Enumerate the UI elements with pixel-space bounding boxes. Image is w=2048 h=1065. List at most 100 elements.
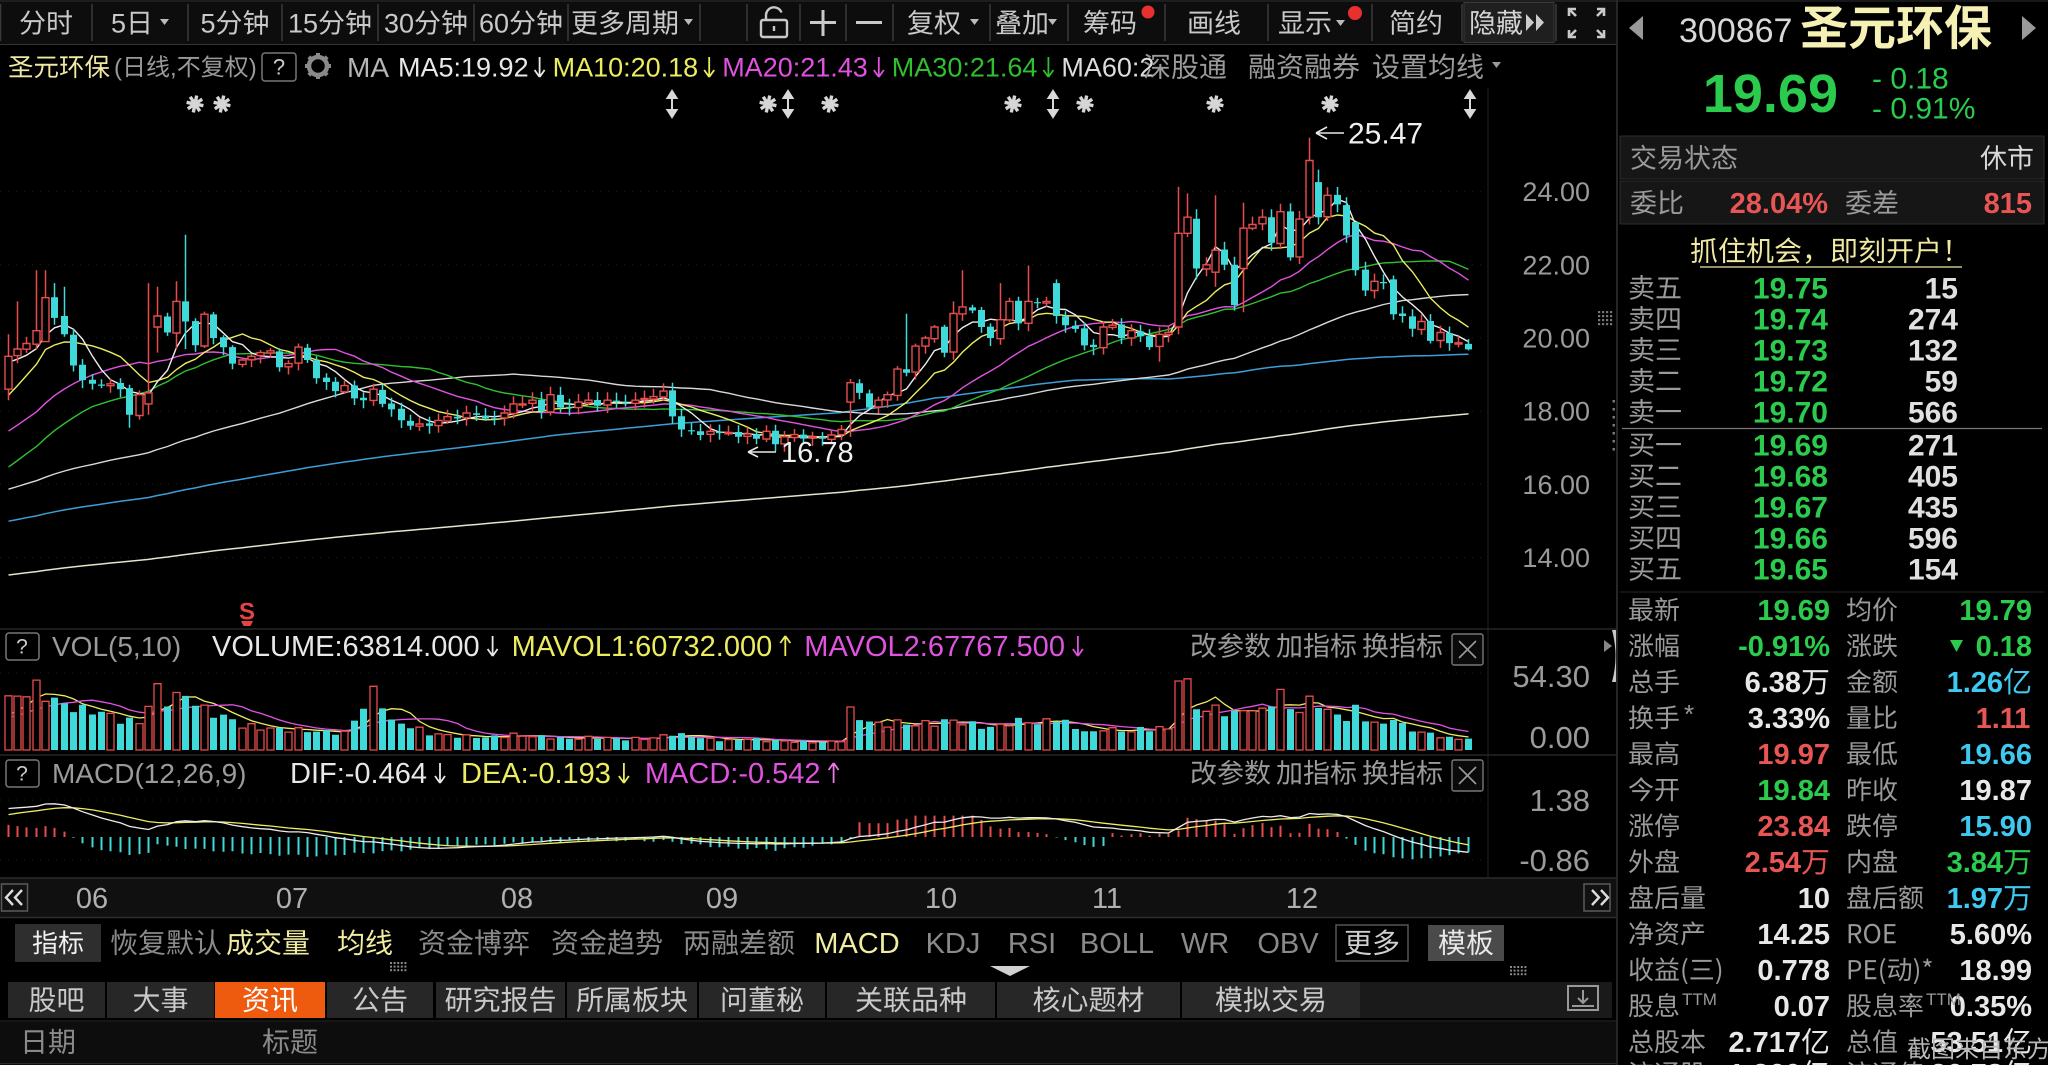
svg-text:?: ? (16, 762, 28, 785)
svg-text:14.00: 14.00 (1522, 543, 1590, 573)
svg-text:19.67: 19.67 (1753, 492, 1828, 525)
svg-text:- 0.91%: - 0.91% (1872, 93, 1975, 126)
svg-text:815: 815 (1984, 188, 2032, 220)
svg-text:15: 15 (1925, 273, 1958, 306)
svg-text:MAVOL1:60732.000: MAVOL1:60732.000 (512, 631, 773, 663)
svg-text:MACD:-0.542: MACD:-0.542 (645, 758, 821, 790)
svg-text:MA30:21.64: MA30:21.64 (892, 53, 1038, 83)
svg-text:23.84: 23.84 (1757, 811, 1830, 843)
svg-text:10: 10 (925, 883, 957, 915)
svg-text:MA: MA (347, 52, 389, 83)
svg-text:19.69: 19.69 (1753, 430, 1828, 463)
svg-text:3.33%: 3.33% (1748, 703, 1830, 735)
svg-text:405: 405 (1908, 461, 1958, 494)
svg-text:MA60:2: MA60:2 (1061, 53, 1154, 83)
svg-text:18.00: 18.00 (1522, 397, 1590, 427)
svg-text:0.07: 0.07 (1774, 991, 1830, 1023)
svg-text:*: * (1684, 699, 1694, 729)
svg-text:,: , (170, 54, 177, 81)
svg-text:DEA:-0.193: DEA:-0.193 (461, 758, 611, 790)
svg-text:19.68: 19.68 (1753, 461, 1828, 494)
svg-text:274: 274 (1908, 304, 1958, 337)
svg-text:435: 435 (1908, 492, 1958, 525)
svg-text:19.87: 19.87 (1959, 775, 2032, 807)
svg-text:): ) (249, 54, 257, 81)
svg-text:0.778: 0.778 (1757, 955, 1830, 987)
svg-text:07: 07 (276, 883, 308, 915)
svg-text:0.18: 0.18 (1976, 631, 2032, 663)
svg-text:19.74: 19.74 (1753, 304, 1828, 337)
svg-text:19.73: 19.73 (1753, 335, 1828, 368)
svg-text:1.26: 1.26 (1947, 667, 2003, 699)
svg-text:0.00: 0.00 (1530, 720, 1590, 755)
svg-text:-0.86: -0.86 (1519, 843, 1590, 878)
svg-text:16.78: 16.78 (781, 437, 854, 469)
svg-text:VOL(5,10): VOL(5,10) (52, 631, 181, 662)
svg-text:MACD(12,26,9): MACD(12,26,9) (52, 758, 247, 789)
svg-text:24.00: 24.00 (1522, 177, 1590, 207)
svg-text:?: ? (16, 635, 28, 658)
svg-text:(: ( (114, 54, 122, 81)
svg-text:15: 15 (288, 9, 318, 39)
svg-text:MA5:19.92: MA5:19.92 (398, 53, 529, 83)
svg-text:3.84: 3.84 (1947, 847, 2003, 879)
svg-text:14.25: 14.25 (1757, 919, 1830, 951)
svg-text:19.70: 19.70 (1753, 397, 1828, 430)
svg-text:?: ? (273, 55, 285, 80)
svg-text:6.38: 6.38 (1745, 667, 1801, 699)
svg-text:271: 271 (1908, 430, 1958, 463)
svg-text:59: 59 (1925, 366, 1958, 399)
svg-text:19.79: 19.79 (1959, 595, 2032, 627)
svg-text:12: 12 (1286, 883, 1318, 915)
svg-text:1.97: 1.97 (1947, 883, 2003, 915)
svg-text:OBV: OBV (1257, 928, 1319, 960)
svg-text:1.360: 1.360 (1728, 1059, 1801, 1065)
svg-text:MA20:21.43: MA20:21.43 (722, 53, 868, 83)
svg-text:19.69: 19.69 (1757, 595, 1830, 627)
svg-text:26.78: 26.78 (1930, 1059, 2003, 1065)
svg-text:18.99: 18.99 (1959, 955, 2032, 987)
svg-text:11: 11 (1092, 883, 1122, 915)
svg-text:TTM: TTM (1926, 990, 1961, 1009)
svg-text:19.84: 19.84 (1757, 775, 1830, 807)
svg-text:28.04%: 28.04% (1730, 188, 1829, 220)
svg-text:19.66: 19.66 (1753, 523, 1828, 556)
svg-text:5: 5 (201, 9, 216, 39)
svg-text:2.54: 2.54 (1745, 847, 1801, 879)
svg-text:RSI: RSI (1008, 928, 1056, 960)
svg-text:60: 60 (479, 9, 509, 39)
svg-text:19.97: 19.97 (1757, 739, 1830, 771)
svg-text:09: 09 (706, 883, 738, 915)
svg-text:2.717: 2.717 (1728, 1027, 1801, 1059)
svg-text:TTM: TTM (1682, 990, 1717, 1009)
svg-text:154: 154 (1908, 554, 1958, 587)
svg-text:596: 596 (1908, 523, 1958, 556)
svg-text:5: 5 (111, 9, 126, 39)
svg-text:19.66: 19.66 (1959, 739, 2032, 771)
svg-text:- 0.18: - 0.18 (1872, 63, 1949, 96)
svg-text:19.65: 19.65 (1753, 554, 1828, 587)
svg-text:25.47: 25.47 (1348, 118, 1423, 151)
svg-text:06: 06 (76, 883, 108, 915)
svg-text:KDJ: KDJ (926, 928, 981, 960)
svg-text:10: 10 (1798, 883, 1830, 915)
svg-text:MACD: MACD (814, 928, 899, 960)
svg-text:5.60%: 5.60% (1950, 919, 2032, 951)
svg-text:WR: WR (1181, 928, 1229, 960)
svg-text:30: 30 (384, 9, 414, 39)
svg-text:08: 08 (501, 883, 533, 915)
svg-text:VOLUME:63814.000: VOLUME:63814.000 (212, 631, 480, 663)
svg-text:132: 132 (1908, 335, 1958, 368)
svg-text:566: 566 (1908, 397, 1958, 430)
svg-text:MA10:20.18: MA10:20.18 (553, 53, 699, 83)
svg-text:16.00: 16.00 (1522, 470, 1590, 500)
svg-text:15.90: 15.90 (1959, 811, 2032, 843)
svg-text:1.11: 1.11 (1976, 703, 2031, 735)
svg-text:19.72: 19.72 (1753, 366, 1828, 399)
svg-text:19.69: 19.69 (1703, 64, 1838, 124)
svg-text:MAVOL2:67767.500: MAVOL2:67767.500 (804, 631, 1065, 663)
svg-text:0.35%: 0.35% (1950, 991, 2032, 1023)
svg-text:19.75: 19.75 (1753, 273, 1828, 306)
svg-text:DIF:-0.464: DIF:-0.464 (290, 758, 427, 790)
svg-text:1.38: 1.38 (1530, 783, 1590, 818)
